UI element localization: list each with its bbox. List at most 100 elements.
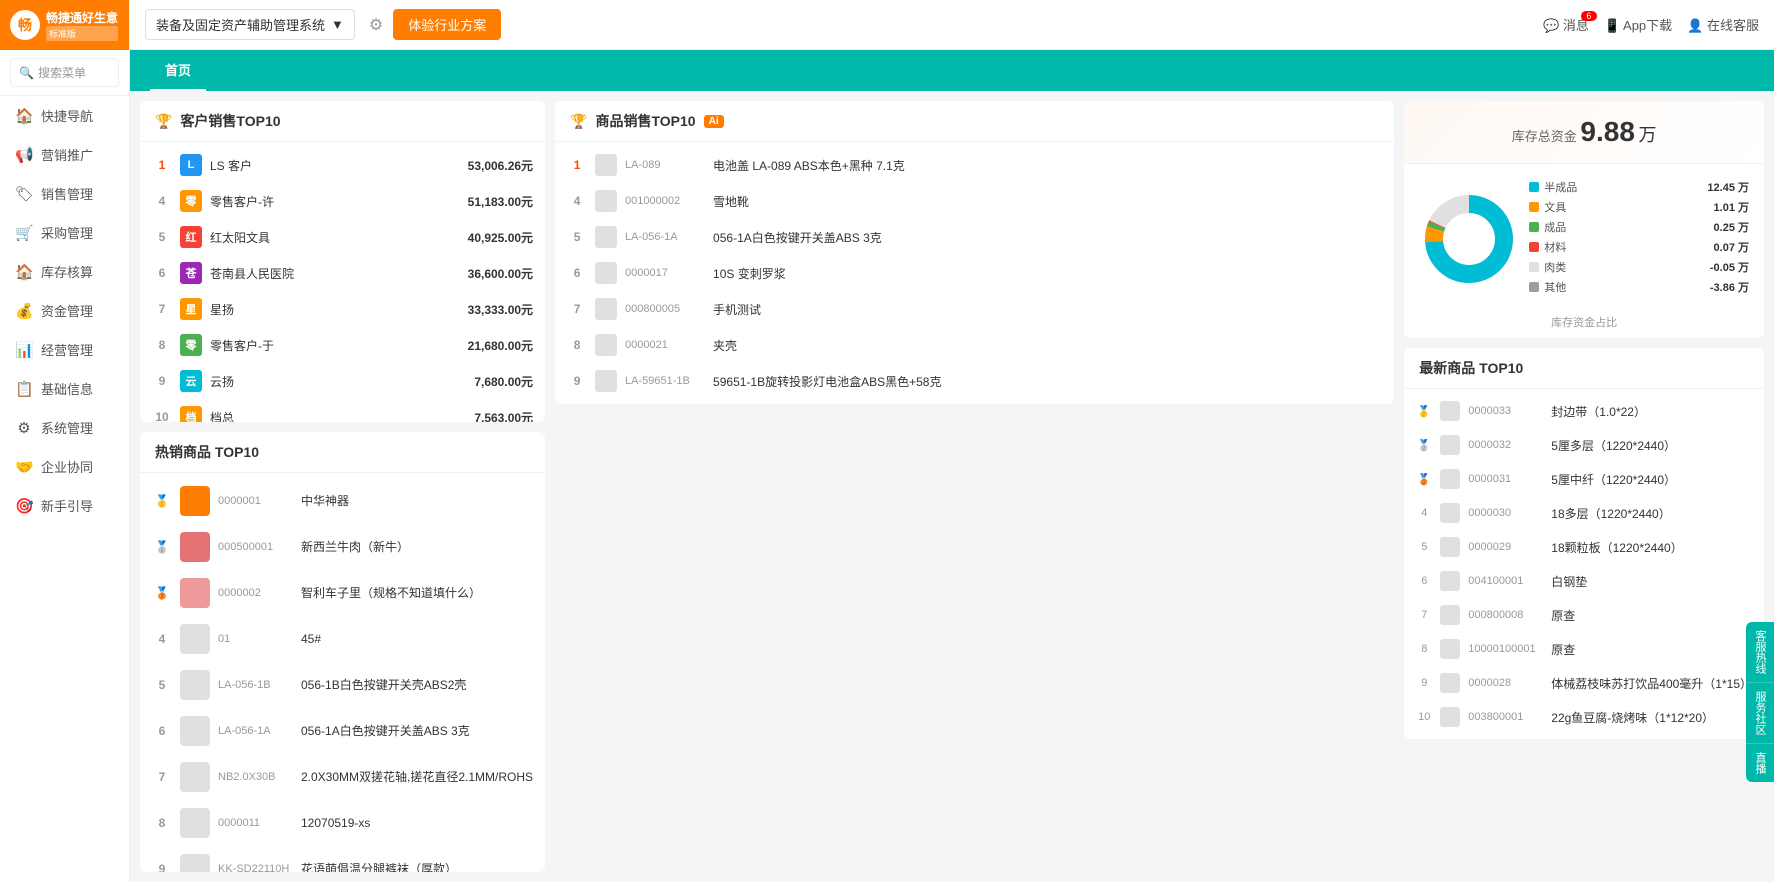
list-item: 9 0000028 体械荔枝味苏打饮品400毫升（1*15） [1404,666,1764,700]
list-item: 10 003800001 22g鱼豆腐-烧烤味（1*12*20） [1404,700,1764,734]
top-badge: Ai [704,115,724,128]
inventory-icon: 🏠 [15,263,33,281]
search-area: 🔍 搜索菜单 [0,50,129,96]
product-thumbnail [595,262,617,284]
dropdown-icon: ▼ [331,17,344,32]
guide-icon: 🎯 [15,497,33,515]
sidebar: 畅 畅捷通好生意 标准版 🔍 搜索菜单 🏠 快捷导航 📢 营销推广 🏷 销售管理… [0,0,130,882]
tab-home[interactable]: 首页 [150,50,206,91]
table-row: 4 零 零售客户-许 51,183.00元 [140,183,545,219]
header: 装备及固定资产辅助管理系统 ▼ ⚙ 体验行业方案 💬 消息 6 📱 App下载 … [130,0,1774,50]
page-content: 🏆 客户销售TOP10 1 L LS 客户 53,006.26元 4 零 零售客… [130,91,1774,882]
sidebar-item-system[interactable]: ⚙ 系统管理 [0,408,129,447]
sidebar-item-purchase[interactable]: 🛒 采购管理 [0,213,129,252]
product-thumbnail [1440,435,1460,455]
trial-button[interactable]: 体验行业方案 [393,9,501,40]
basics-icon: 📋 [15,380,33,398]
hot-products-header: 热销商品 TOP10 [140,432,545,473]
legend-dot [1529,222,1539,232]
newest-list: 🥇 0000033 封边带（1.0*22） 🥈 0000032 5厘多层（122… [1404,389,1764,739]
cs-live[interactable]: 直播 [1746,744,1774,782]
service-icon: 👤 [1687,18,1703,33]
messages-badge[interactable]: 💬 消息 6 [1543,15,1589,34]
table-row: 8 零 零售客户-于 21,680.00元 [140,327,545,363]
product-thumbnail [1440,537,1460,557]
avatar: 档 [180,406,202,422]
sidebar-item-marketing[interactable]: 📢 营销推广 [0,135,129,174]
product-thumbnail [595,370,617,392]
product-thumbnail [180,486,210,516]
inventory-legend: 半成品 12.45 万 文具 1.01 万 成品 0.25 万 [1529,179,1749,299]
product-rank-list: 1 LA-089 电池盖 LA-089 ABS本色+黑种 7.1克 4 0010… [555,142,1394,404]
message-icon: 💬 [1543,18,1559,33]
product-thumbnail [180,762,210,792]
system-title[interactable]: 装备及固定资产辅助管理系统 ▼ [145,9,355,40]
sidebar-nav: 🏠 快捷导航 📢 营销推广 🏷 销售管理 🛒 采购管理 🏠 库存核算 💰 资金管… [0,96,129,882]
sales-icon: 🏷 [15,185,33,203]
home-icon: 🏠 [15,107,33,125]
cs-hotline[interactable]: 客服热线 [1746,622,1774,683]
inventory-chart-area: 半成品 12.45 万 文具 1.01 万 成品 0.25 万 [1404,164,1764,314]
search-icon: 🔍 [19,66,34,80]
tab-bar: 首页 [130,50,1774,91]
list-item: 6 004100001 白钢垫 [1404,564,1764,598]
sidebar-item-basics[interactable]: 📋 基础信息 [0,369,129,408]
sidebar-item-operations[interactable]: 📊 经营管理 [0,330,129,369]
app-name: 畅捷通好生意 [46,9,118,26]
avatar: 星 [180,298,202,320]
list-item: 6 LA-056-1A 056-1A白色按键开关盖ABS 3克 [140,708,545,754]
sidebar-item-guide[interactable]: 🎯 新手引导 [0,486,129,525]
product-thumbnail [180,532,210,562]
sidebar-item-inventory[interactable]: 🏠 库存核算 [0,252,129,291]
legend-item-finished: 成品 0.25 万 [1529,219,1749,235]
legend-item-material: 材料 0.07 万 [1529,239,1749,255]
product-thumbnail [595,334,617,356]
table-row: 7 星 星扬 33,333.00元 [140,291,545,327]
newest-products-card: 最新商品 TOP10 🥇 0000033 封边带（1.0*22） 🥈 00000… [1404,348,1764,739]
settings-icon[interactable]: ⚙ [369,15,383,35]
sidebar-item-collab[interactable]: 🤝 企业协同 [0,447,129,486]
product-thumbnail [1440,639,1460,659]
product-thumbnail [1440,401,1460,421]
table-row: 10 档 档总 7,563.00元 [140,399,545,422]
sidebar-item-finance[interactable]: 💰 资金管理 [0,291,129,330]
legend-item-meat: 肉类 -0.05 万 [1529,259,1749,275]
avatar: 红 [180,226,202,248]
hot-products-list: 🥇 0000001 中华神器 🥈 000500001 新西兰牛肉（新牛） 🥉 [140,473,545,872]
product-thumbnail [180,808,210,838]
table-row: 7 000800005 手机测试 [555,291,1394,327]
product-thumbnail [1440,673,1460,693]
product-thumbnail [180,670,210,700]
header-right: 💬 消息 6 📱 App下载 👤 在线客服 [1543,15,1759,34]
product-thumbnail [1440,503,1460,523]
sidebar-item-sales[interactable]: 🏷 销售管理 [0,174,129,213]
inventory-total: 库存总资金 9.88 万 [1404,101,1764,164]
product-thumbnail [1440,605,1460,625]
cs-community[interactable]: 服务社区 [1746,683,1774,744]
table-row: 6 0000017 10S 变刺罗浆 [555,255,1394,291]
table-row: 8 0000021 夹壳 [555,327,1394,363]
search-menu-button[interactable]: 🔍 搜索菜单 [10,58,119,87]
product-thumbnail [180,624,210,654]
list-item: 8 0000011 12070519-xs [140,800,545,846]
main-wrapper: 装备及固定资产辅助管理系统 ▼ ⚙ 体验行业方案 💬 消息 6 📱 App下载 … [130,0,1774,882]
app-download-link[interactable]: 📱 App下载 [1604,15,1672,34]
avatar: 苍 [180,262,202,284]
list-item: 7 NB2.0X30B 2.0X30MM双搓花轴,搓花直径2.1MM/ROHS [140,754,545,800]
mid-column: 🏆 商品销售TOP10 Ai 1 LA-089 电池盖 LA-089 ABS本色… [555,101,1394,872]
sidebar-item-quick-nav[interactable]: 🏠 快捷导航 [0,96,129,135]
ops-icon: 📊 [15,341,33,359]
table-row: 4 001000002 雪地靴 [555,183,1394,219]
system-icon: ⚙ [15,419,33,437]
table-row: 9 LA-59651-1B 59651-1B旋转投影灯电池盒ABS黑色+58克 [555,363,1394,399]
avatar: 零 [180,190,202,212]
online-service-link[interactable]: 👤 在线客服 [1687,15,1759,34]
product-thumbnail [1440,571,1460,591]
product-thumbnail [180,854,210,872]
list-item: 5 0000029 18颗粒板（1220*2440） [1404,530,1764,564]
product-thumbnail [595,226,617,248]
product-thumbnail [595,298,617,320]
product-thumbnail [180,578,210,608]
list-item: 5 LA-056-1B 056-1B白色按键开关壳ABS2壳 [140,662,545,708]
newest-header: 最新商品 TOP10 [1404,348,1764,389]
